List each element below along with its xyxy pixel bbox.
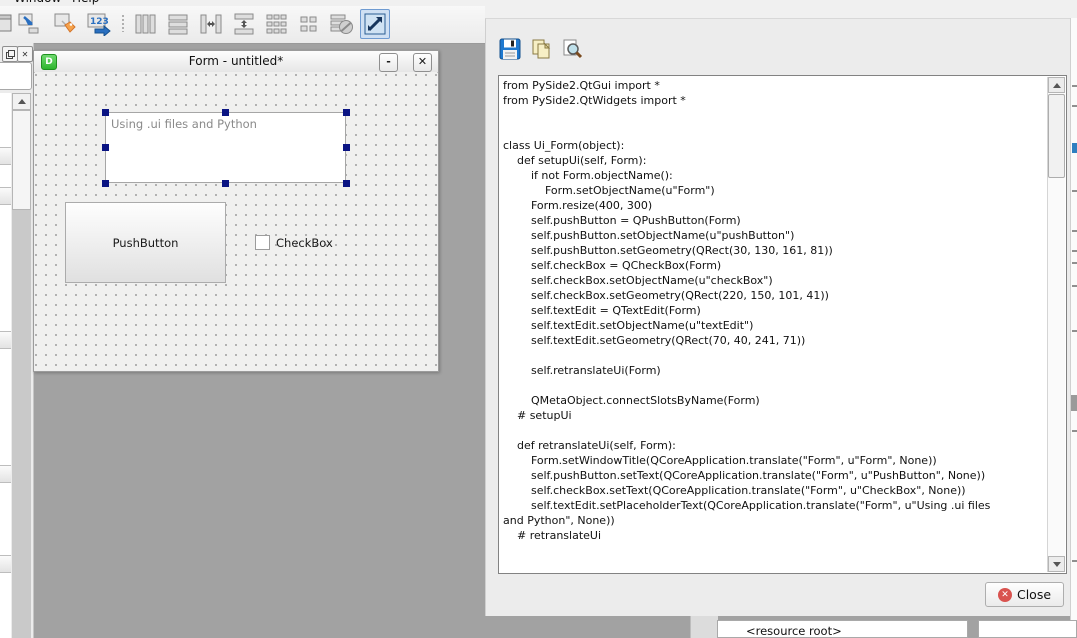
close-button-label: Close xyxy=(1017,587,1051,602)
right-edge-selected-mark xyxy=(1072,143,1077,153)
right-edge-panel xyxy=(1070,18,1077,638)
code-scrollbar[interactable] xyxy=(1047,77,1065,572)
edit-tab-order-icon[interactable]: 123 xyxy=(84,9,114,39)
svg-text:123: 123 xyxy=(90,17,109,27)
pushbutton-widget[interactable]: PushButton xyxy=(65,202,226,283)
checkbox-widget[interactable]: CheckBox xyxy=(255,222,356,263)
scrollbar-thumb[interactable] xyxy=(1048,94,1065,178)
checkbox-label: CheckBox xyxy=(276,236,333,250)
resource-tree-panel[interactable]: <resource root> xyxy=(717,620,968,638)
dock-splitter[interactable] xyxy=(690,616,718,638)
toolbar-separator xyxy=(122,14,124,32)
menu-help[interactable]: Help xyxy=(72,0,99,5)
code-view[interactable]: from PySide2.QtGui import * from PySide2… xyxy=(498,75,1067,574)
preview-icon[interactable] xyxy=(560,37,584,61)
form-canvas[interactable]: Using .ui files and Python PushButton Ch… xyxy=(35,72,437,370)
scrollbar-thumb[interactable] xyxy=(12,110,31,210)
textedit-widget[interactable]: Using .ui files and Python xyxy=(105,112,346,183)
form-editor-window: D Form - untitled* - ✕ Using .ui files a… xyxy=(33,50,439,372)
resource-detail-panel[interactable] xyxy=(978,620,1077,638)
close-badge-icon: ✕ xyxy=(998,588,1012,602)
widget-category[interactable] xyxy=(0,147,11,165)
break-layout-icon[interactable] xyxy=(327,9,357,39)
selection-handle-mid-left[interactable] xyxy=(102,144,109,151)
textedit-placeholder: Using .ui files and Python xyxy=(111,117,257,131)
menu-window[interactable]: Window xyxy=(14,0,61,5)
checkbox-box[interactable] xyxy=(255,235,270,250)
widget-box-scrollbar[interactable] xyxy=(12,93,31,638)
layout-horizontal-splitter-icon[interactable] xyxy=(196,9,226,39)
edit-signals-slots-icon[interactable] xyxy=(14,9,44,39)
save-icon[interactable] xyxy=(498,37,522,61)
form-title: Form - untitled* xyxy=(34,54,438,68)
widget-category[interactable] xyxy=(0,465,11,483)
close-icon[interactable]: ✕ xyxy=(17,46,33,62)
python-code-dialog: from PySide2.QtGui import * from PySide2… xyxy=(485,18,1070,616)
resource-root-label[interactable]: <resource root> xyxy=(746,624,842,638)
widget-box-panel: ✕ xyxy=(0,43,34,638)
main-toolbar: 123 xyxy=(0,6,485,44)
widget-box-list[interactable] xyxy=(0,93,11,638)
adjust-size-icon[interactable] xyxy=(360,9,390,39)
selection-handle-top-right[interactable] xyxy=(343,109,350,116)
selection-handle-top-mid[interactable] xyxy=(222,109,229,116)
float-icon[interactable] xyxy=(2,46,18,62)
widget-category[interactable] xyxy=(0,331,11,349)
form-titlebar[interactable]: D Form - untitled* - ✕ xyxy=(34,51,438,73)
widget-category[interactable] xyxy=(0,555,11,573)
layout-form-icon[interactable] xyxy=(294,9,324,39)
selection-handle-mid-right[interactable] xyxy=(343,144,350,151)
selection-handle-bottom-mid[interactable] xyxy=(222,180,229,187)
scroll-up-icon[interactable] xyxy=(12,93,31,110)
copy-icon[interactable] xyxy=(529,37,553,61)
close-dialog-button[interactable]: ✕ Close xyxy=(985,582,1064,607)
layout-vertical-icon[interactable] xyxy=(163,9,193,39)
close-button[interactable]: ✕ xyxy=(413,53,432,72)
widget-filter-input[interactable] xyxy=(0,62,32,90)
code-dialog-toolbar xyxy=(498,37,584,63)
selection-handle-top-left[interactable] xyxy=(102,109,109,116)
layout-horizontal-icon[interactable] xyxy=(130,9,160,39)
layout-vertical-splitter-icon[interactable] xyxy=(229,9,259,39)
layout-grid-icon[interactable] xyxy=(262,9,292,39)
selection-handle-bottom-right[interactable] xyxy=(343,180,350,187)
code-text: from PySide2.QtGui import * from PySide2… xyxy=(503,78,1046,543)
edit-buddies-icon[interactable] xyxy=(50,9,80,39)
scroll-down-icon[interactable] xyxy=(1048,556,1065,572)
scroll-up-icon[interactable] xyxy=(1048,77,1065,93)
selection-handle-bottom-left[interactable] xyxy=(102,180,109,187)
widget-category[interactable] xyxy=(0,187,11,205)
minimize-button[interactable]: - xyxy=(379,53,398,72)
